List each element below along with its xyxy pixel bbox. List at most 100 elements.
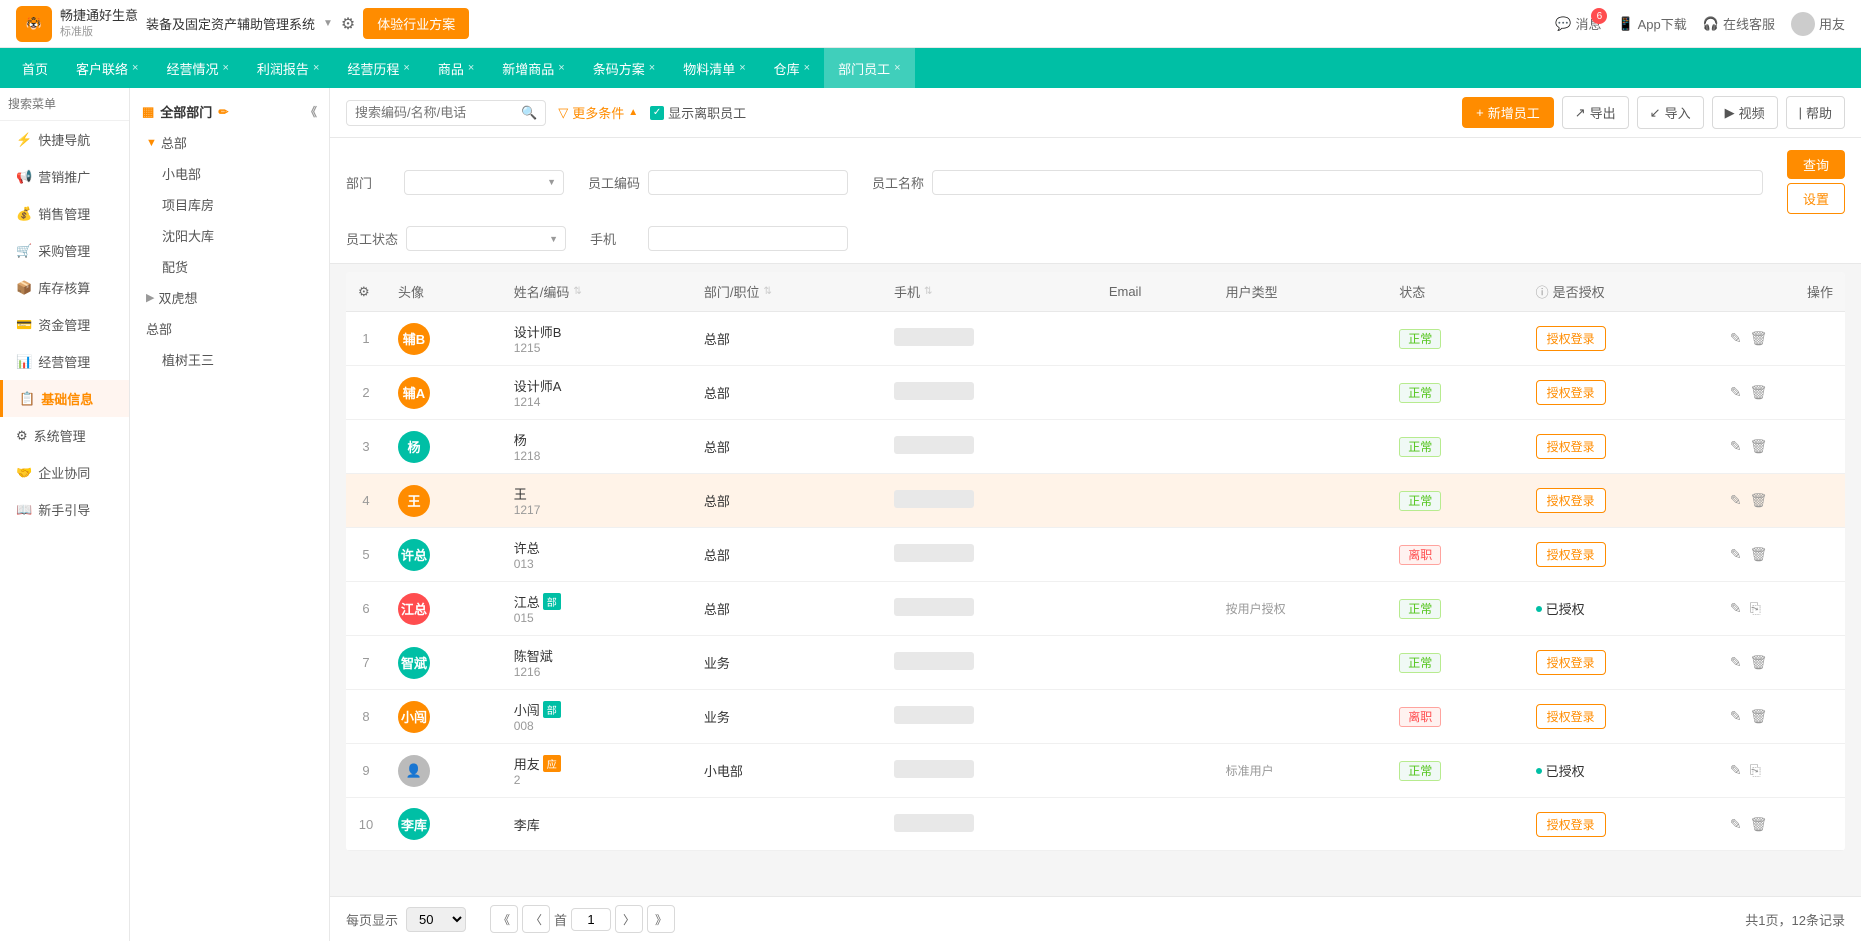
sidebar-item-collab[interactable]: 🤝企业协同 xyxy=(0,454,129,491)
col-name[interactable]: 姓名/编码 ⇅ xyxy=(502,272,692,312)
close-icon[interactable]: × xyxy=(894,62,900,74)
dept-item-peihuo[interactable]: 配货 xyxy=(130,251,329,282)
auth-button[interactable]: 授权登录 xyxy=(1536,812,1606,837)
edit-icon[interactable]: ✎ xyxy=(1730,654,1742,671)
edit-icon[interactable]: ✎ xyxy=(1730,546,1742,563)
sidebar-item-sales[interactable]: 💰销售管理 xyxy=(0,195,129,232)
dept-item-project[interactable]: 项目库房 xyxy=(130,189,329,220)
show-inactive-checkbox[interactable]: ✓ 显示离职员工 xyxy=(650,103,746,122)
sort-name-icon[interactable]: ⇅ xyxy=(573,286,581,297)
copy-icon[interactable]: ⎘ xyxy=(1750,600,1761,617)
dept-collapse-btn[interactable]: 《 xyxy=(305,103,317,120)
page-size-select[interactable]: 50 100 xyxy=(406,907,466,932)
dept-item-zhishu[interactable]: 植树王三 xyxy=(130,344,329,375)
copy-icon[interactable]: ⎘ xyxy=(1750,762,1761,779)
first-page-btn[interactable]: 《 xyxy=(490,905,518,933)
tab-warehouse[interactable]: 仓库× xyxy=(760,48,824,88)
search-input[interactable] xyxy=(355,105,515,120)
close-icon[interactable]: × xyxy=(222,62,228,74)
dept-item-xiaodibu[interactable]: 小电部 xyxy=(130,158,329,189)
set-button[interactable]: 设置 xyxy=(1787,183,1845,214)
close-icon[interactable]: × xyxy=(804,62,810,74)
delete-icon[interactable]: 🗑 xyxy=(1750,330,1768,347)
auth-button[interactable]: 授权登录 xyxy=(1536,488,1606,513)
online-service-button[interactable]: 🎧 在线客服 xyxy=(1703,14,1775,33)
sidebar-item-nav[interactable]: ⚡快捷导航 xyxy=(0,121,129,158)
tab-goods[interactable]: 商品× xyxy=(424,48,488,88)
status-select[interactable] xyxy=(406,226,566,251)
more-conditions-btn[interactable]: ▽ 更多条件 ▲ xyxy=(558,103,638,122)
dept-select[interactable] xyxy=(404,170,564,195)
auth-button[interactable]: 授权登录 xyxy=(1536,542,1606,567)
delete-icon[interactable]: 🗑 xyxy=(1750,654,1768,671)
tab-add-goods[interactable]: 新增商品× xyxy=(488,48,578,88)
close-icon[interactable]: × xyxy=(649,62,655,74)
tab-home[interactable]: 首页 xyxy=(8,48,62,88)
close-icon[interactable]: × xyxy=(132,62,138,74)
app-download-button[interactable]: 📱 App下载 xyxy=(1617,14,1686,33)
phone-input[interactable] xyxy=(648,226,848,251)
last-page-btn[interactable]: 》 xyxy=(647,905,675,933)
export-button[interactable]: ↗ 导出 xyxy=(1562,96,1629,129)
tab-operation[interactable]: 经营情况× xyxy=(152,48,242,88)
sidebar-search-input[interactable] xyxy=(8,97,130,111)
tab-history[interactable]: 经营历程× xyxy=(333,48,423,88)
edit-icon[interactable]: ✎ xyxy=(1730,492,1742,509)
sidebar-item-purchase[interactable]: 🛒采购管理 xyxy=(0,232,129,269)
sidebar-item-inventory[interactable]: 📦库存核算 xyxy=(0,269,129,306)
query-button[interactable]: 查询 xyxy=(1787,150,1845,179)
tab-profit[interactable]: 利润报告× xyxy=(243,48,333,88)
sidebar-item-finance[interactable]: 💳资金管理 xyxy=(0,306,129,343)
experience-button[interactable]: 体验行业方案 xyxy=(363,8,469,39)
sidebar-item-mgmt[interactable]: 📊经营管理 xyxy=(0,343,129,380)
gear-button[interactable]: ⚙ xyxy=(341,14,355,34)
tab-customer[interactable]: 客户联络× xyxy=(62,48,152,88)
tab-barcode[interactable]: 条码方案× xyxy=(579,48,669,88)
sidebar-item-guide[interactable]: 📖新手引导 xyxy=(0,491,129,528)
auth-button[interactable]: 授权登录 xyxy=(1536,650,1606,675)
auth-button[interactable]: 授权登录 xyxy=(1536,434,1606,459)
col-settings[interactable]: ⚙ xyxy=(346,272,386,312)
sort-phone-icon[interactable]: ⇅ xyxy=(924,286,932,297)
close-icon[interactable]: × xyxy=(468,62,474,74)
next-page-btn[interactable]: 〉 xyxy=(615,905,643,933)
tab-employee[interactable]: 部门员工× xyxy=(824,48,914,88)
empname-input[interactable] xyxy=(932,170,1763,195)
video-button[interactable]: ▶ 视频 xyxy=(1712,96,1778,129)
col-phone[interactable]: 手机 ⇅ xyxy=(882,272,1097,312)
sidebar-item-system[interactable]: ⚙系统管理 xyxy=(0,417,129,454)
auth-button[interactable]: 授权登录 xyxy=(1536,326,1606,351)
delete-icon[interactable]: 🗑 xyxy=(1750,438,1768,455)
close-icon[interactable]: × xyxy=(313,62,319,74)
edit-icon[interactable]: ✎ xyxy=(1730,762,1742,779)
dept-item-shenyang[interactable]: 沈阳大库 xyxy=(130,220,329,251)
empcode-input[interactable] xyxy=(648,170,848,195)
message-button[interactable]: 💬 6 消息 xyxy=(1555,14,1601,33)
tab-bom[interactable]: 物料清单× xyxy=(669,48,759,88)
user-avatar[interactable]: 用友 xyxy=(1791,12,1845,36)
close-icon[interactable]: × xyxy=(403,62,409,74)
close-icon[interactable]: × xyxy=(739,62,745,74)
auth-button[interactable]: 授权登录 xyxy=(1536,704,1606,729)
edit-icon[interactable]: ✎ xyxy=(1730,708,1742,725)
sidebar-item-base[interactable]: 📋基础信息 xyxy=(0,380,129,417)
col-dept[interactable]: 部门/职位 ⇅ xyxy=(692,272,882,312)
close-icon[interactable]: × xyxy=(558,62,564,74)
edit-icon[interactable]: ✎ xyxy=(1730,384,1742,401)
edit-icon[interactable]: ✎ xyxy=(1730,438,1742,455)
edit-icon[interactable]: ✎ xyxy=(1730,330,1742,347)
system-dropdown-arrow[interactable]: ▼ xyxy=(323,18,333,29)
sidebar-item-marketing[interactable]: 📢营销推广 xyxy=(0,158,129,195)
delete-icon[interactable]: 🗑 xyxy=(1750,546,1768,563)
delete-icon[interactable]: 🗑 xyxy=(1750,816,1768,833)
delete-icon[interactable]: 🗑 xyxy=(1750,708,1768,725)
prev-page-btn[interactable]: 〈 xyxy=(522,905,550,933)
edit-icon[interactable]: ✎ xyxy=(1730,600,1742,617)
dept-item-zongbu2[interactable]: 总部 xyxy=(130,313,329,344)
page-input[interactable] xyxy=(571,908,611,931)
dept-edit-icon[interactable]: ✏ xyxy=(218,105,228,119)
dept-item-shuanghu[interactable]: ▶ 双虎想 xyxy=(130,282,329,313)
sort-dept-icon[interactable]: ⇅ xyxy=(763,286,771,297)
add-employee-button[interactable]: + 新增员工 xyxy=(1462,97,1554,128)
delete-icon[interactable]: 🗑 xyxy=(1750,384,1768,401)
